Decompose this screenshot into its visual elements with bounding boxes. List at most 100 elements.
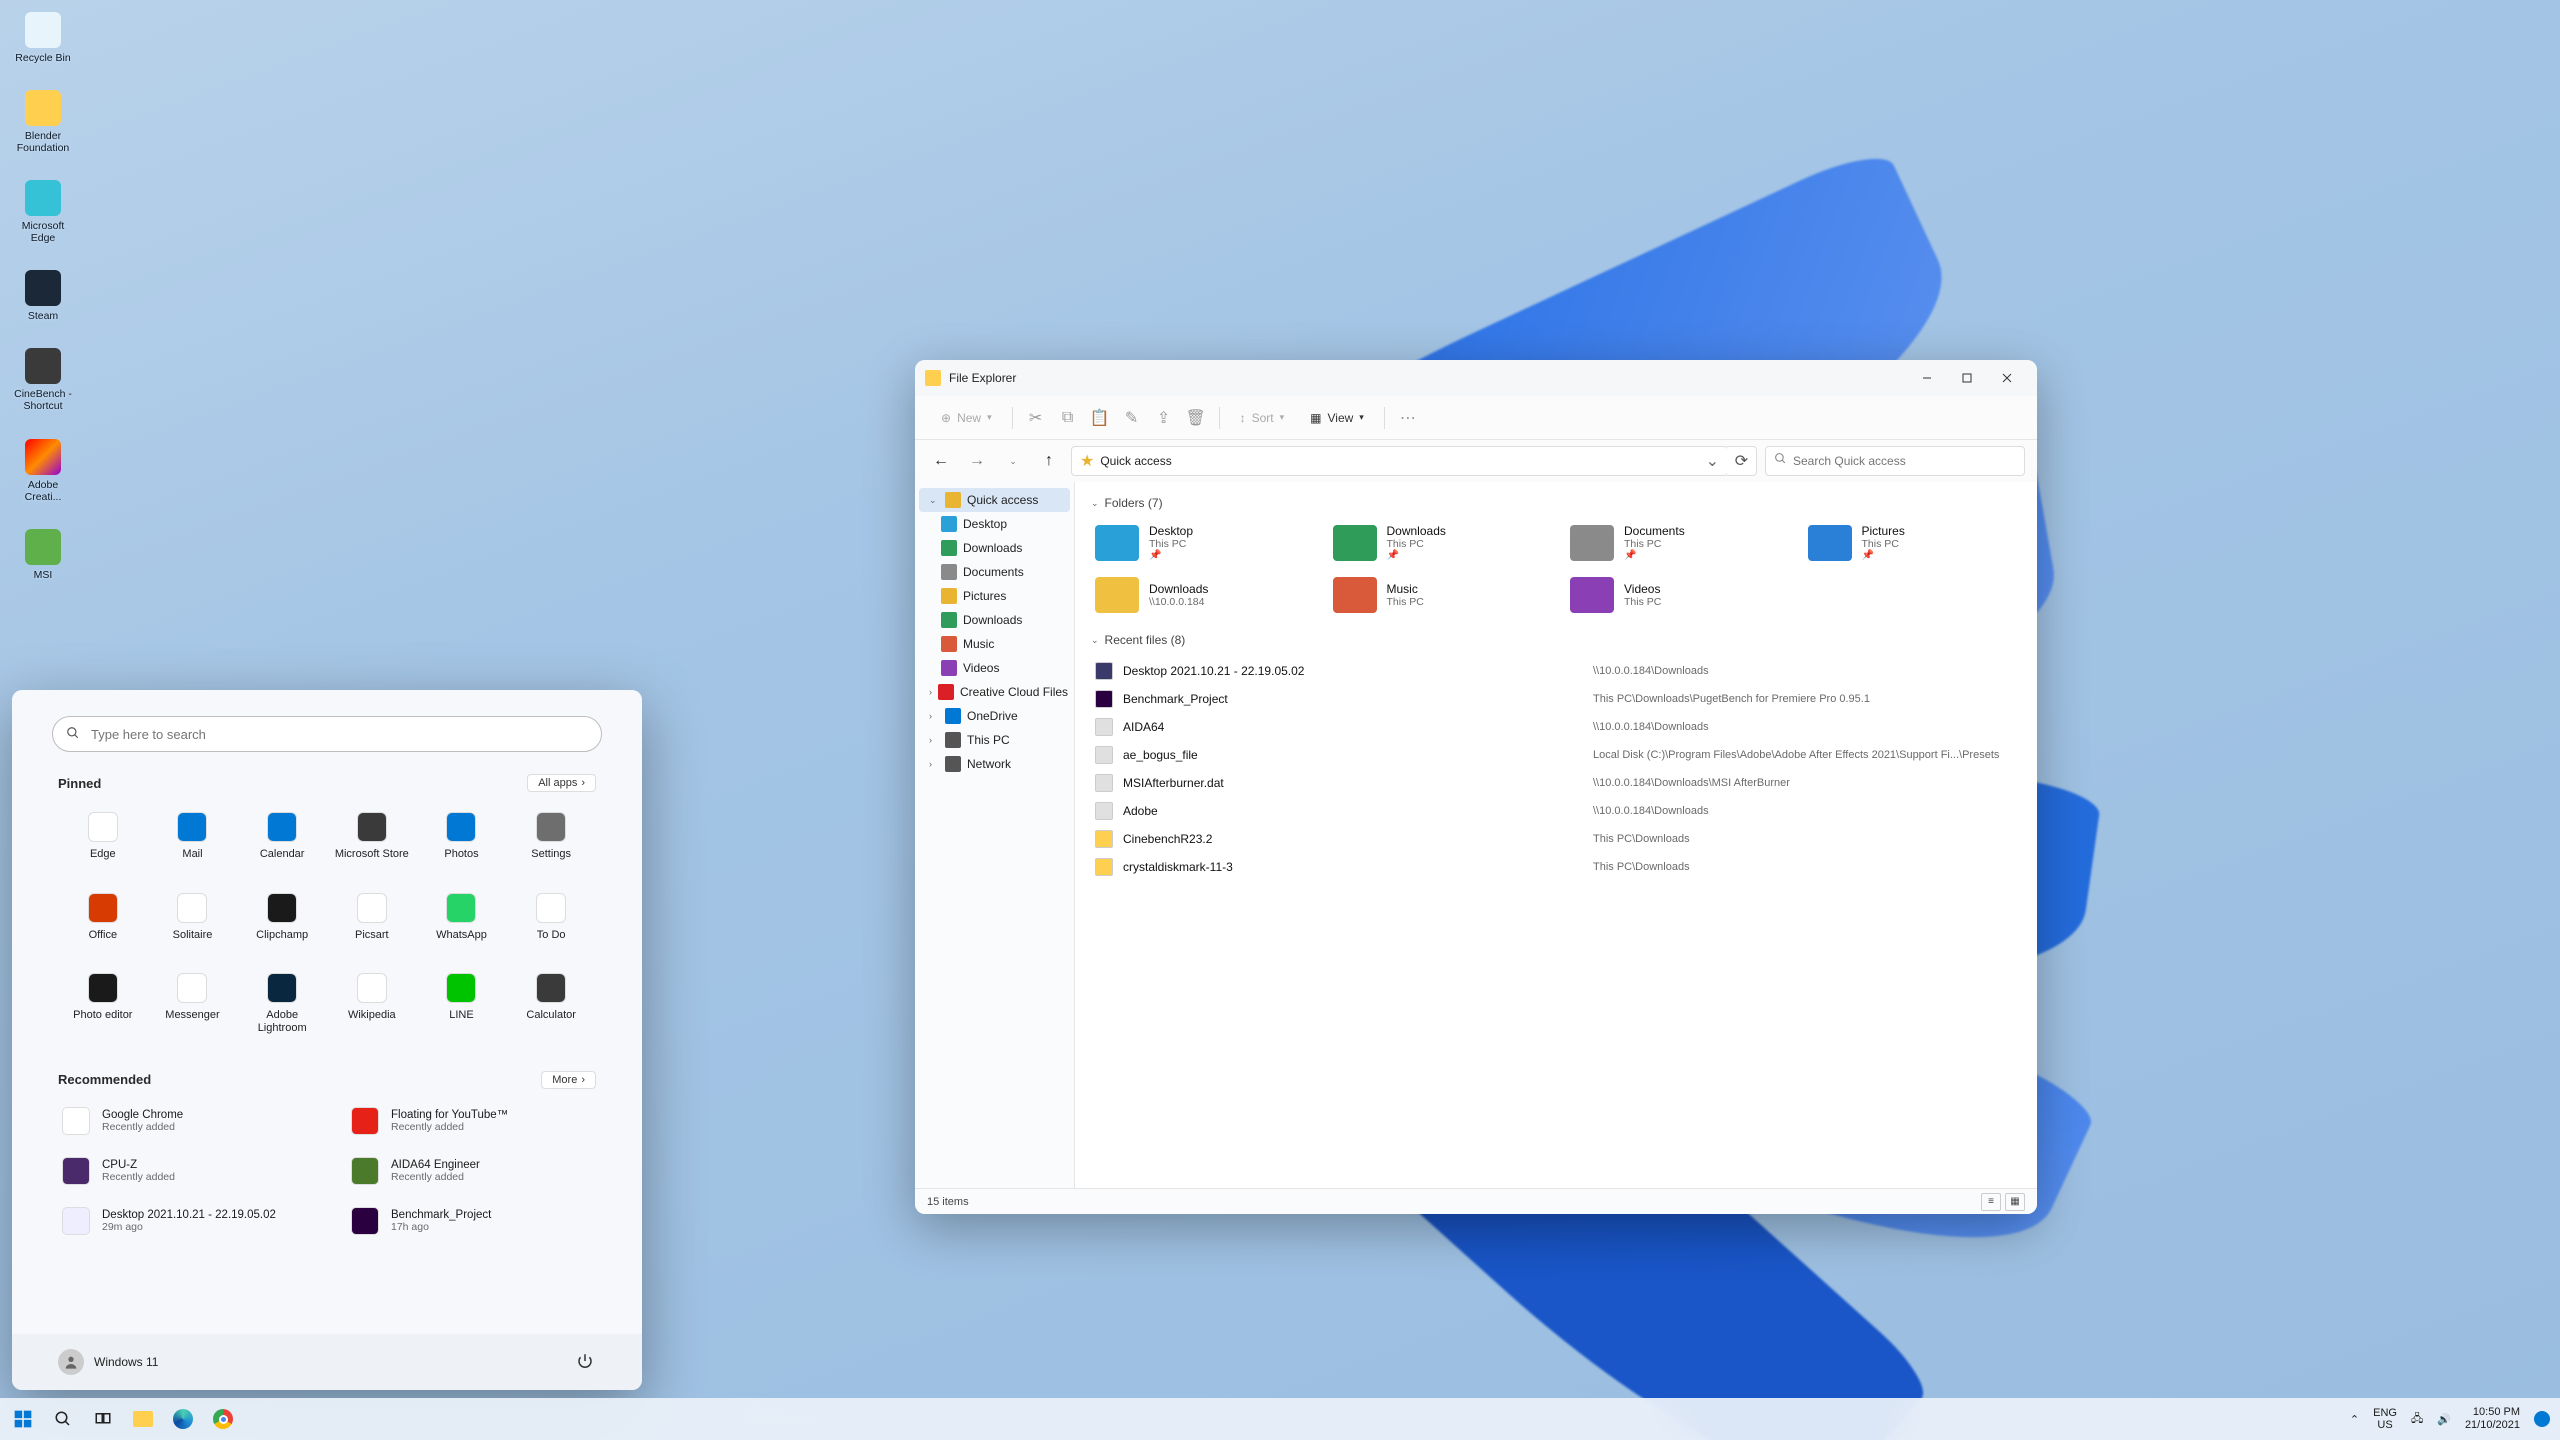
tray-volume-icon[interactable]: 🔊 (2437, 1413, 2451, 1426)
sidebar-item[interactable]: › Network (919, 752, 1070, 776)
recent-file[interactable]: CinebenchR23.2 This PC\Downloads (1091, 825, 2021, 853)
power-button[interactable] (576, 1352, 596, 1372)
delete-icon[interactable]: 🗑 (1183, 405, 1209, 431)
share-icon[interactable]: ⇪ (1151, 405, 1177, 431)
sidebar-item[interactable]: ⌄ Quick access (919, 488, 1070, 512)
folder-item[interactable]: Music This PC (1329, 573, 1547, 617)
close-button[interactable] (1987, 364, 2027, 392)
folder-item[interactable]: Videos This PC (1566, 573, 1784, 617)
taskbar-explorer-button[interactable] (130, 1406, 156, 1432)
explorer-search[interactable] (1765, 446, 2025, 476)
up-button[interactable]: ↑ (1035, 447, 1063, 475)
minimize-button[interactable] (1907, 364, 1947, 392)
cut-icon[interactable]: ✂ (1023, 405, 1049, 431)
recent-dropdown[interactable]: ⌄ (999, 447, 1027, 475)
task-view-button[interactable] (90, 1406, 116, 1432)
pinned-app[interactable]: Wikipedia (327, 967, 417, 1040)
pinned-app[interactable]: Photo editor (58, 967, 148, 1040)
recommended-item[interactable]: Floating for YouTube™ Recently added (347, 1103, 596, 1139)
recommended-item[interactable]: Google Chrome Recently added (58, 1103, 307, 1139)
search-button[interactable] (50, 1406, 76, 1432)
titlebar[interactable]: File Explorer (915, 360, 2037, 396)
start-search[interactable] (52, 716, 602, 752)
sidebar-item[interactable]: › Creative Cloud Files (919, 680, 1070, 704)
more-icon[interactable]: ⋯ (1395, 405, 1421, 431)
pinned-app[interactable]: Adobe Lightroom (237, 967, 327, 1040)
desktop-icon[interactable]: Blender Foundation (12, 90, 74, 154)
pinned-app[interactable]: WhatsApp (417, 887, 507, 948)
pinned-app[interactable]: Calculator (506, 967, 596, 1040)
breadcrumb[interactable]: ★ Quick access ⌄ (1071, 446, 1728, 476)
recent-file[interactable]: Benchmark_Project This PC\Downloads\Puge… (1091, 685, 2021, 713)
pinned-app[interactable]: LINE (417, 967, 507, 1040)
tray-network-icon[interactable]: 🖧 (2411, 1410, 2423, 1429)
new-button[interactable]: ⊕New▾ (931, 406, 1002, 430)
sidebar-item[interactable]: Videos (919, 656, 1070, 680)
pinned-app[interactable]: Clipchamp (237, 887, 327, 948)
sidebar-item[interactable]: Music (919, 632, 1070, 656)
start-search-input[interactable] (52, 716, 602, 752)
folder-item[interactable]: Downloads This PC 📌 (1329, 520, 1547, 565)
recommended-item[interactable]: Benchmark_Project 17h ago (347, 1203, 596, 1239)
all-apps-button[interactable]: All apps› (527, 774, 596, 792)
chevron-down-icon[interactable]: ⌄ (1706, 451, 1719, 471)
pinned-app[interactable]: Messenger (148, 967, 238, 1040)
folders-group-header[interactable]: ⌄Folders (7) (1091, 496, 2021, 510)
pinned-app[interactable]: Photos (417, 806, 507, 867)
details-view-button[interactable]: ≡ (1981, 1193, 2001, 1211)
pinned-app[interactable]: To Do (506, 887, 596, 948)
pinned-app[interactable]: Microsoft Store (327, 806, 417, 867)
folder-item[interactable]: Desktop This PC 📌 (1091, 520, 1309, 565)
icons-view-button[interactable]: ▦ (2005, 1193, 2025, 1211)
pinned-app[interactable]: Settings (506, 806, 596, 867)
taskbar-chrome-button[interactable] (210, 1406, 236, 1432)
desktop-icon[interactable]: CineBench - Shortcut (12, 348, 74, 412)
desktop-icon[interactable]: Steam (12, 270, 74, 322)
recent-file[interactable]: AIDA64 \\10.0.0.184\Downloads (1091, 713, 2021, 741)
refresh-button[interactable]: ⟳ (1727, 446, 1757, 476)
recent-file[interactable]: crystaldiskmark-11-3 This PC\Downloads (1091, 853, 2021, 881)
sidebar-item[interactable]: Downloads (919, 608, 1070, 632)
pinned-app[interactable]: Calendar (237, 806, 327, 867)
rename-icon[interactable]: ✎ (1119, 405, 1145, 431)
maximize-button[interactable] (1947, 364, 1987, 392)
recent-file[interactable]: Desktop 2021.10.21 - 22.19.05.02 \\10.0.… (1091, 657, 2021, 685)
main-pane[interactable]: ⌄Folders (7) Desktop This PC 📌 Downloads… (1075, 482, 2037, 1188)
copy-icon[interactable]: ⧉ (1055, 405, 1081, 431)
sidebar-item[interactable]: Documents (919, 560, 1070, 584)
tray-language[interactable]: ENGUS (2373, 1407, 2397, 1431)
folder-item[interactable]: Downloads \\10.0.0.184 (1091, 573, 1309, 617)
pinned-app[interactable]: Picsart (327, 887, 417, 948)
back-button[interactable]: ← (927, 447, 955, 475)
sidebar-item[interactable]: Downloads (919, 536, 1070, 560)
taskbar-edge-button[interactable] (170, 1406, 196, 1432)
recent-group-header[interactable]: ⌄Recent files (8) (1091, 633, 2021, 647)
user-account-button[interactable]: Windows 11 (58, 1349, 158, 1375)
explorer-search-input[interactable] (1793, 454, 2016, 468)
sort-button[interactable]: ↕Sort▾ (1230, 406, 1295, 430)
start-button[interactable] (10, 1406, 36, 1432)
pinned-app[interactable]: Solitaire (148, 887, 238, 948)
sidebar-item[interactable]: › OneDrive (919, 704, 1070, 728)
forward-button[interactable]: → (963, 447, 991, 475)
recent-file[interactable]: MSIAfterburner.dat \\10.0.0.184\Download… (1091, 769, 2021, 797)
folder-item[interactable]: Documents This PC 📌 (1566, 520, 1784, 565)
desktop-icon[interactable]: Adobe Creati... (12, 439, 74, 503)
tray-clock[interactable]: 10:50 PM21/10/2021 (2465, 1406, 2520, 1431)
sidebar-item[interactable]: Pictures (919, 584, 1070, 608)
tray-chevron-icon[interactable]: ⌃ (2350, 1413, 2359, 1426)
desktop-icon[interactable]: Recycle Bin (12, 12, 74, 64)
pinned-app[interactable]: Edge (58, 806, 148, 867)
desktop-icon[interactable]: MSI (12, 529, 74, 581)
desktop-icon[interactable]: Microsoft Edge (12, 180, 74, 244)
tray-notifications-icon[interactable] (2534, 1411, 2550, 1427)
recent-file[interactable]: ae_bogus_file Local Disk (C:)\Program Fi… (1091, 741, 2021, 769)
recent-file[interactable]: Adobe \\10.0.0.184\Downloads (1091, 797, 2021, 825)
sidebar-item[interactable]: › This PC (919, 728, 1070, 752)
recommended-item[interactable]: CPU-Z Recently added (58, 1153, 307, 1189)
recommended-item[interactable]: Desktop 2021.10.21 - 22.19.05.02 29m ago (58, 1203, 307, 1239)
view-button[interactable]: ▦View▾ (1300, 406, 1374, 430)
pinned-app[interactable]: Office (58, 887, 148, 948)
more-button[interactable]: More› (541, 1071, 596, 1089)
folder-item[interactable]: Pictures This PC 📌 (1804, 520, 2022, 565)
